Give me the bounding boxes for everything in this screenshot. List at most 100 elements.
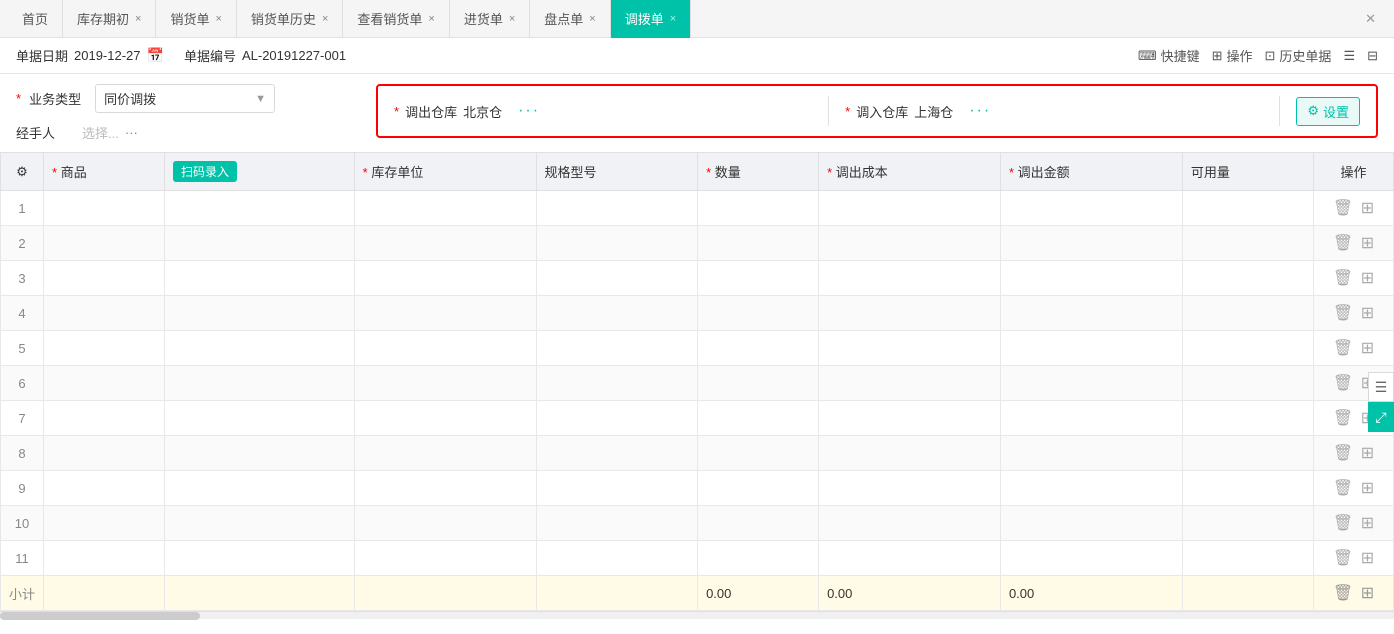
amount-cell[interactable] <box>1000 401 1182 436</box>
copy-icon[interactable]: ⊞ <box>1361 480 1374 497</box>
close-icon[interactable]: × <box>215 13 221 25</box>
quantity-cell[interactable] <box>698 226 819 261</box>
unit-cell[interactable] <box>354 261 536 296</box>
quantity-cell[interactable] <box>698 506 819 541</box>
copy-icon[interactable]: ⊞ <box>1361 235 1374 252</box>
copy-icon[interactable]: ⊞ <box>1361 270 1374 287</box>
amount-cell[interactable] <box>1000 261 1182 296</box>
product-cell[interactable] <box>44 506 165 541</box>
warehouse-out-more-icon[interactable]: ··· <box>518 102 540 120</box>
quantity-cell[interactable] <box>698 331 819 366</box>
quantity-cell[interactable] <box>698 366 819 401</box>
unit-cell[interactable] <box>354 436 536 471</box>
delete-icon[interactable]: 🗑 <box>1333 340 1353 357</box>
delete-icon[interactable]: 🗑 <box>1333 235 1353 252</box>
cost-cell[interactable] <box>819 366 1001 401</box>
unit-cell[interactable] <box>354 226 536 261</box>
amount-cell[interactable] <box>1000 331 1182 366</box>
delete-icon[interactable]: 🗑 <box>1333 515 1353 532</box>
cost-cell[interactable] <box>819 541 1001 576</box>
spec-cell[interactable] <box>536 331 698 366</box>
unit-cell[interactable] <box>354 471 536 506</box>
tab-view-sales[interactable]: 查看销货单 × <box>343 0 449 38</box>
tab-initial-inventory[interactable]: 库存期初 × <box>63 0 156 38</box>
quantity-cell[interactable] <box>698 261 819 296</box>
warehouse-in-more-icon[interactable]: ··· <box>969 102 991 120</box>
unit-cell[interactable] <box>354 191 536 226</box>
tab-home[interactable]: 首页 <box>8 0 63 38</box>
shortcuts-button[interactable]: ⌨ 快捷键 <box>1138 46 1200 65</box>
spec-cell[interactable] <box>536 541 698 576</box>
gear-column-header[interactable]: ⚙ <box>1 153 44 191</box>
tab-inventory-check[interactable]: 盘点单 × <box>530 0 610 38</box>
cost-cell[interactable] <box>819 296 1001 331</box>
close-icon[interactable]: × <box>322 13 328 25</box>
spec-cell[interactable] <box>536 191 698 226</box>
cost-cell[interactable] <box>819 436 1001 471</box>
expand-button[interactable]: ⤢ <box>1368 402 1394 432</box>
tab-sales-order[interactable]: 销货单 × <box>156 0 236 38</box>
setting-button[interactable]: ⚙ 设置 <box>1296 97 1360 126</box>
spec-cell[interactable] <box>536 436 698 471</box>
product-cell[interactable] <box>44 296 165 331</box>
product-cell[interactable] <box>44 471 165 506</box>
cost-cell[interactable] <box>819 261 1001 296</box>
close-icon[interactable]: × <box>509 13 515 25</box>
copy-icon[interactable]: ⊞ <box>1361 550 1374 567</box>
quantity-cell[interactable] <box>698 436 819 471</box>
subtotal-copy-icon[interactable]: ⊞ <box>1361 585 1374 602</box>
cost-cell[interactable] <box>819 401 1001 436</box>
tab-transfer[interactable]: 调拨单 × <box>611 0 691 38</box>
unit-cell[interactable] <box>354 541 536 576</box>
spec-cell[interactable] <box>536 296 698 331</box>
close-icon[interactable]: × <box>428 13 434 25</box>
delete-icon[interactable]: 🗑 <box>1333 410 1353 427</box>
amount-cell[interactable] <box>1000 436 1182 471</box>
person-select[interactable]: 选择... ··· <box>82 123 138 142</box>
delete-icon[interactable]: 🗑 <box>1333 305 1353 322</box>
close-icon[interactable]: × <box>135 13 141 25</box>
amount-cell[interactable] <box>1000 541 1182 576</box>
close-window-button[interactable]: ✕ <box>1365 11 1386 27</box>
unit-cell[interactable] <box>354 401 536 436</box>
delete-icon[interactable]: 🗑 <box>1333 550 1353 567</box>
product-cell[interactable] <box>44 401 165 436</box>
quantity-cell[interactable] <box>698 296 819 331</box>
product-cell[interactable] <box>44 541 165 576</box>
amount-cell[interactable] <box>1000 506 1182 541</box>
quantity-cell[interactable] <box>698 471 819 506</box>
close-icon[interactable]: × <box>589 13 595 25</box>
business-type-select[interactable]: 同价调拨 ▼ <box>95 84 275 113</box>
amount-cell[interactable] <box>1000 471 1182 506</box>
cost-cell[interactable] <box>819 471 1001 506</box>
history-button[interactable]: ⊡ 历史单据 <box>1265 46 1332 65</box>
product-cell[interactable] <box>44 261 165 296</box>
quantity-cell[interactable] <box>698 401 819 436</box>
spec-cell[interactable] <box>536 401 698 436</box>
copy-icon[interactable]: ⊞ <box>1361 305 1374 322</box>
scrollbar-thumb[interactable] <box>0 612 200 620</box>
spec-cell[interactable] <box>536 471 698 506</box>
quantity-cell[interactable] <box>698 191 819 226</box>
amount-cell[interactable] <box>1000 296 1182 331</box>
delete-icon[interactable]: 🗑 <box>1333 375 1353 392</box>
unit-cell[interactable] <box>354 506 536 541</box>
cost-cell[interactable] <box>819 191 1001 226</box>
amount-cell[interactable] <box>1000 191 1182 226</box>
calendar-icon[interactable]: 📅 <box>147 47 164 64</box>
product-cell[interactable] <box>44 366 165 401</box>
copy-icon[interactable]: ⊞ <box>1361 340 1374 357</box>
delete-icon[interactable]: 🗑 <box>1333 445 1353 462</box>
amount-cell[interactable] <box>1000 366 1182 401</box>
spec-cell[interactable] <box>536 226 698 261</box>
spec-cell[interactable] <box>536 261 698 296</box>
delete-icon[interactable]: 🗑 <box>1333 200 1353 217</box>
layout-icon-2[interactable]: ⊟ <box>1367 48 1378 64</box>
more-icon[interactable]: ··· <box>125 125 138 140</box>
horizontal-scrollbar[interactable] <box>0 611 1394 619</box>
amount-cell[interactable] <box>1000 226 1182 261</box>
product-cell[interactable] <box>44 331 165 366</box>
unit-cell[interactable] <box>354 331 536 366</box>
operations-button[interactable]: ⊞ 操作 <box>1212 46 1253 65</box>
quantity-cell[interactable] <box>698 541 819 576</box>
